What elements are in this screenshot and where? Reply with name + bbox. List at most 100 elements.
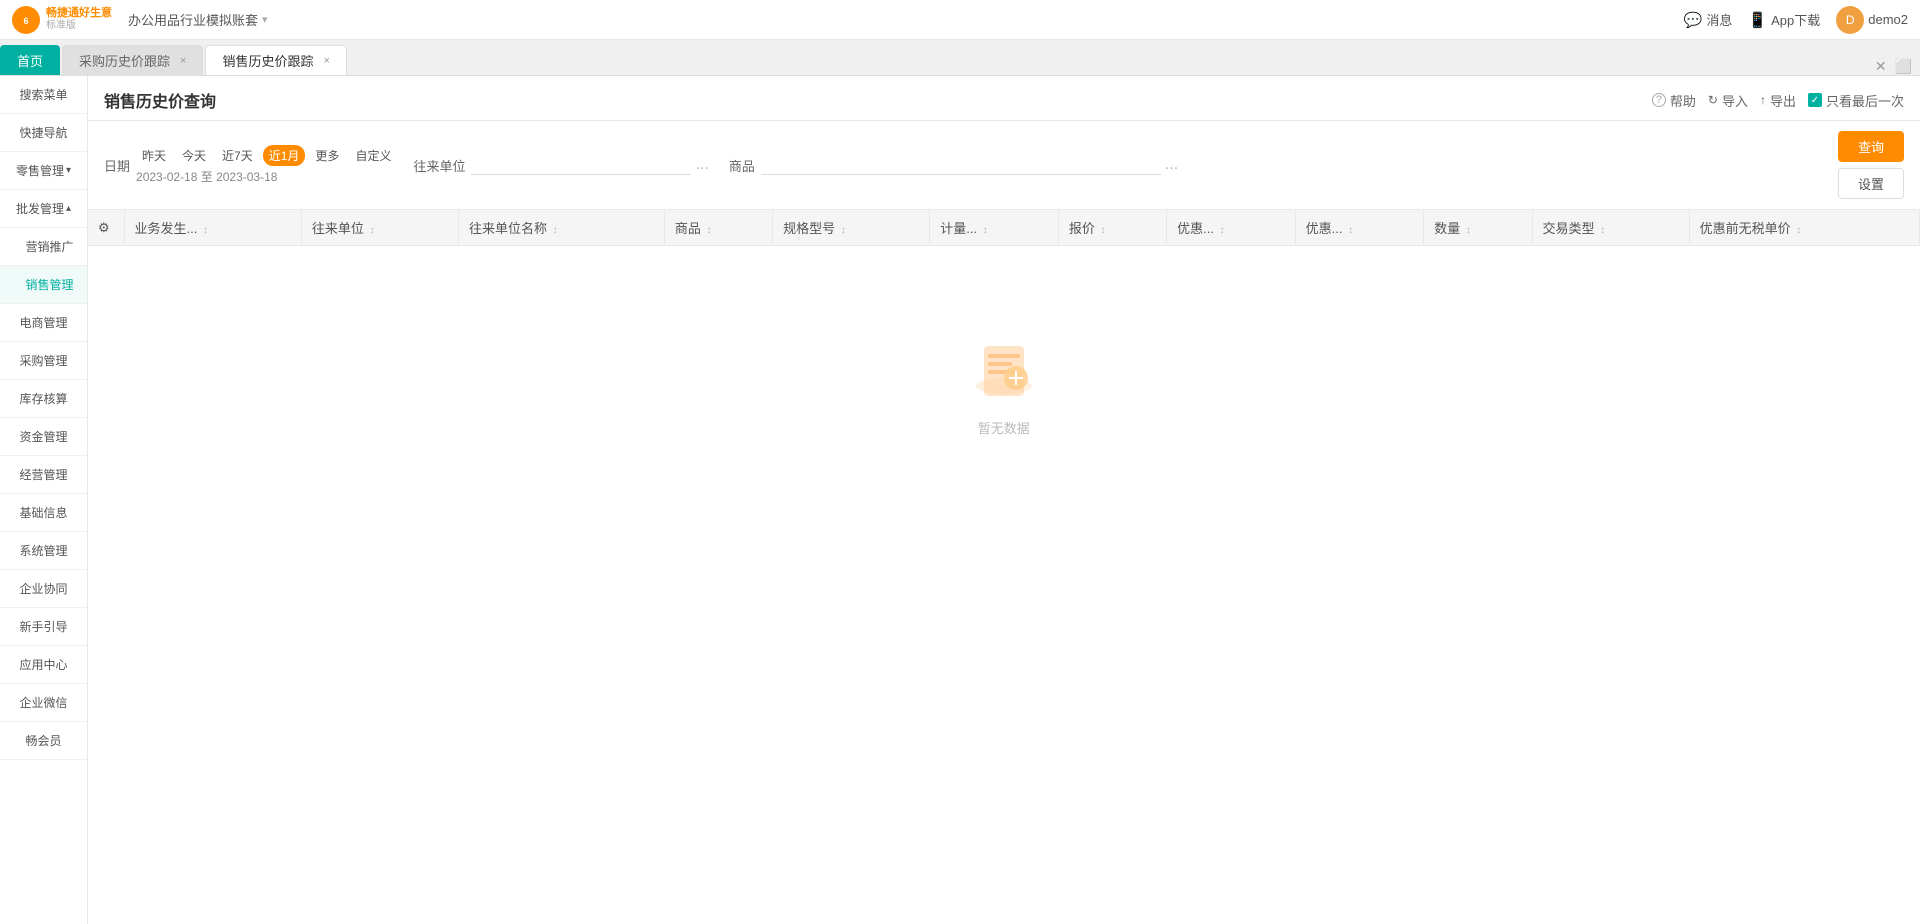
sidebar-item-operations-mgmt[interactable]: 经营管理 bbox=[0, 456, 87, 494]
chevron-down-icon: ▾ bbox=[262, 13, 268, 26]
product-picker-btn[interactable]: ... bbox=[1161, 156, 1182, 174]
product-filter: 商品 ... bbox=[729, 155, 1182, 175]
logo-area: 6 畅捷通好生意 标准版 bbox=[12, 6, 112, 34]
chevron-up-icon: ▴ bbox=[66, 203, 71, 214]
table-container: ⚙ 业务发生... ↕ 往来单位 ↕ 往来单位名称 ↕ bbox=[88, 210, 1920, 924]
logo-icon: 6 bbox=[12, 6, 40, 34]
sidebar-item-basic-info[interactable]: 基础信息 bbox=[0, 494, 87, 532]
th-trade-type[interactable]: 交易类型 ↕ bbox=[1532, 210, 1689, 246]
tab-sales-history[interactable]: 销售历史价跟踪 × bbox=[205, 45, 346, 75]
logo-text: 畅捷通好生意 标准版 bbox=[46, 7, 112, 32]
sidebar-item-purchase-mgmt[interactable]: 采购管理 bbox=[0, 342, 87, 380]
date-buttons: 昨天 今天 近7天 近1月 更多 自定义 bbox=[136, 145, 397, 166]
sidebar-item-wholesale-mgmt[interactable]: 批发管理 ▴ bbox=[0, 190, 87, 228]
maximize-btn[interactable]: ⬜ bbox=[1895, 58, 1912, 75]
date-btn-yesterday[interactable]: 昨天 bbox=[136, 145, 172, 166]
date-btn-1month[interactable]: 近1月 bbox=[263, 145, 306, 166]
avatar: D bbox=[1836, 6, 1864, 34]
page-title: 销售历史价查询 bbox=[104, 88, 216, 112]
export-action[interactable]: ↑ 导出 bbox=[1760, 91, 1796, 110]
th-discount1[interactable]: 优惠... ↕ bbox=[1167, 210, 1296, 246]
top-bar-right: 💬 消息 📱 App下载 D demo2 bbox=[1684, 6, 1908, 34]
message-action[interactable]: 💬 消息 bbox=[1684, 10, 1733, 29]
top-bar: 6 畅捷通好生意 标准版 办公用品行业模拟账套 ▾ 💬 消息 📱 App下载 D… bbox=[0, 0, 1920, 40]
th-settings[interactable]: ⚙ bbox=[88, 210, 124, 246]
help-action[interactable]: ? 帮助 bbox=[1652, 91, 1696, 110]
sort-icon-trade-type: ↕ bbox=[1600, 225, 1605, 236]
tab-purchase-history[interactable]: 采购历史价跟踪 × bbox=[62, 45, 203, 75]
th-partner-name[interactable]: 往来单位名称 ↕ bbox=[459, 210, 665, 246]
filter-row: 日期 昨天 今天 近7天 近1月 更多 自定义 2023-02-18 至 202… bbox=[104, 131, 1904, 199]
sidebar-item-enterprise-collab[interactable]: 企业协同 bbox=[0, 570, 87, 608]
sort-icon-quote: ↕ bbox=[1100, 225, 1105, 236]
import-action[interactable]: ↻ 导入 bbox=[1708, 91, 1748, 110]
product-input[interactable] bbox=[761, 155, 1161, 175]
sidebar-item-sales-mgmt[interactable]: 销售管理 bbox=[0, 266, 87, 304]
sidebar-item-member[interactable]: 畅会员 bbox=[0, 722, 87, 760]
empty-state: 暂无数据 bbox=[88, 246, 1920, 517]
th-quote[interactable]: 报价 ↕ bbox=[1058, 210, 1166, 246]
sort-icon-discount2: ↕ bbox=[1348, 225, 1353, 236]
close-tab-purchase-icon[interactable]: × bbox=[180, 55, 186, 67]
user-area[interactable]: D demo2 bbox=[1836, 6, 1908, 34]
app-selector[interactable]: 办公用品行业模拟账套 ▾ bbox=[120, 6, 276, 33]
th-discount2[interactable]: 优惠... ↕ bbox=[1295, 210, 1424, 246]
close-tab-sales-icon[interactable]: × bbox=[323, 55, 329, 67]
sort-icon-partner-code: ↕ bbox=[370, 225, 375, 236]
close-window-btn[interactable]: ✕ bbox=[1875, 58, 1887, 75]
sidebar-item-inventory[interactable]: 库存核算 bbox=[0, 380, 87, 418]
content-area: 销售历史价查询 ? 帮助 ↻ 导入 ↑ 导出 ✓ 只看最后一次 bbox=[88, 76, 1920, 924]
empty-text: 暂无数据 bbox=[978, 418, 1030, 437]
th-quantity[interactable]: 数量 ↕ bbox=[1424, 210, 1532, 246]
main-layout: 搜索菜单 快捷导航 零售管理 ▾ 批发管理 ▴ 营销推广 销售管理 电商管理 采… bbox=[0, 76, 1920, 924]
partner-input[interactable] bbox=[471, 155, 691, 175]
page-actions: ? 帮助 ↻ 导入 ↑ 导出 ✓ 只看最后一次 bbox=[1652, 91, 1904, 110]
table-head: ⚙ 业务发生... ↕ 往来单位 ↕ 往来单位名称 ↕ bbox=[88, 210, 1920, 246]
sidebar-item-enterprise-wechat[interactable]: 企业微信 bbox=[0, 684, 87, 722]
date-btn-today[interactable]: 今天 bbox=[176, 145, 212, 166]
th-spec[interactable]: 规格型号 ↕ bbox=[773, 210, 930, 246]
partner-filter: 往来单位 ... bbox=[413, 155, 712, 175]
export-icon: ↑ bbox=[1760, 93, 1766, 107]
date-btn-custom[interactable]: 自定义 bbox=[349, 145, 397, 166]
app-download-action[interactable]: 📱 App下载 bbox=[1748, 10, 1820, 29]
date-btn-7days[interactable]: 近7天 bbox=[216, 145, 259, 166]
phone-icon: 📱 bbox=[1748, 11, 1767, 29]
gear-icon: ⚙ bbox=[98, 220, 110, 235]
th-product[interactable]: 商品 ↕ bbox=[664, 210, 772, 246]
action-buttons: 查询 设置 bbox=[1838, 131, 1904, 199]
sidebar-item-finance-mgmt[interactable]: 资金管理 bbox=[0, 418, 87, 456]
filter-bar: 日期 昨天 今天 近7天 近1月 更多 自定义 2023-02-18 至 202… bbox=[88, 121, 1920, 210]
last-once-checkbox[interactable]: ✓ 只看最后一次 bbox=[1808, 91, 1904, 110]
sidebar-item-new-guide[interactable]: 新手引导 bbox=[0, 608, 87, 646]
tab-bar-actions: ✕ ⬜ bbox=[1875, 58, 1920, 75]
tab-home[interactable]: 首页 bbox=[0, 45, 60, 75]
sidebar-item-system-mgmt[interactable]: 系统管理 bbox=[0, 532, 87, 570]
checkbox-icon: ✓ bbox=[1808, 93, 1822, 107]
sidebar-item-marketing[interactable]: 营销推广 bbox=[0, 228, 87, 266]
table-body: 暂无数据 bbox=[88, 246, 1920, 518]
sort-icon-partner-name: ↕ bbox=[553, 225, 558, 236]
sidebar-item-search-menu[interactable]: 搜索菜单 bbox=[0, 76, 87, 114]
partner-picker-btn[interactable]: ... bbox=[691, 156, 712, 174]
date-filter: 日期 昨天 今天 近7天 近1月 更多 自定义 2023-02-18 至 202… bbox=[104, 145, 397, 185]
th-unit[interactable]: 计量... ↕ bbox=[930, 210, 1059, 246]
sort-icon-quantity: ↕ bbox=[1466, 225, 1471, 236]
th-biz-date[interactable]: 业务发生... ↕ bbox=[124, 210, 301, 246]
th-partner-code[interactable]: 往来单位 ↕ bbox=[301, 210, 458, 246]
settings-button[interactable]: 设置 bbox=[1838, 168, 1904, 199]
svg-text:6: 6 bbox=[23, 16, 28, 26]
sidebar-item-ecommerce-mgmt[interactable]: 电商管理 bbox=[0, 304, 87, 342]
th-pre-discount-price[interactable]: 优惠前无税单价 ↕ bbox=[1689, 210, 1919, 246]
sidebar-item-app-center[interactable]: 应用中心 bbox=[0, 646, 87, 684]
partner-input-wrap: ... bbox=[471, 155, 712, 175]
query-button[interactable]: 查询 bbox=[1838, 131, 1904, 162]
empty-icon bbox=[964, 326, 1044, 406]
chevron-down-icon: ▾ bbox=[66, 165, 71, 176]
sort-icon-product: ↕ bbox=[707, 225, 712, 236]
sort-icon-pre-discount-price: ↕ bbox=[1796, 225, 1801, 236]
sidebar-item-retail-mgmt[interactable]: 零售管理 ▾ bbox=[0, 152, 87, 190]
sidebar-item-quick-nav[interactable]: 快捷导航 bbox=[0, 114, 87, 152]
date-btn-more[interactable]: 更多 bbox=[309, 145, 345, 166]
sort-icon-unit: ↕ bbox=[983, 225, 988, 236]
